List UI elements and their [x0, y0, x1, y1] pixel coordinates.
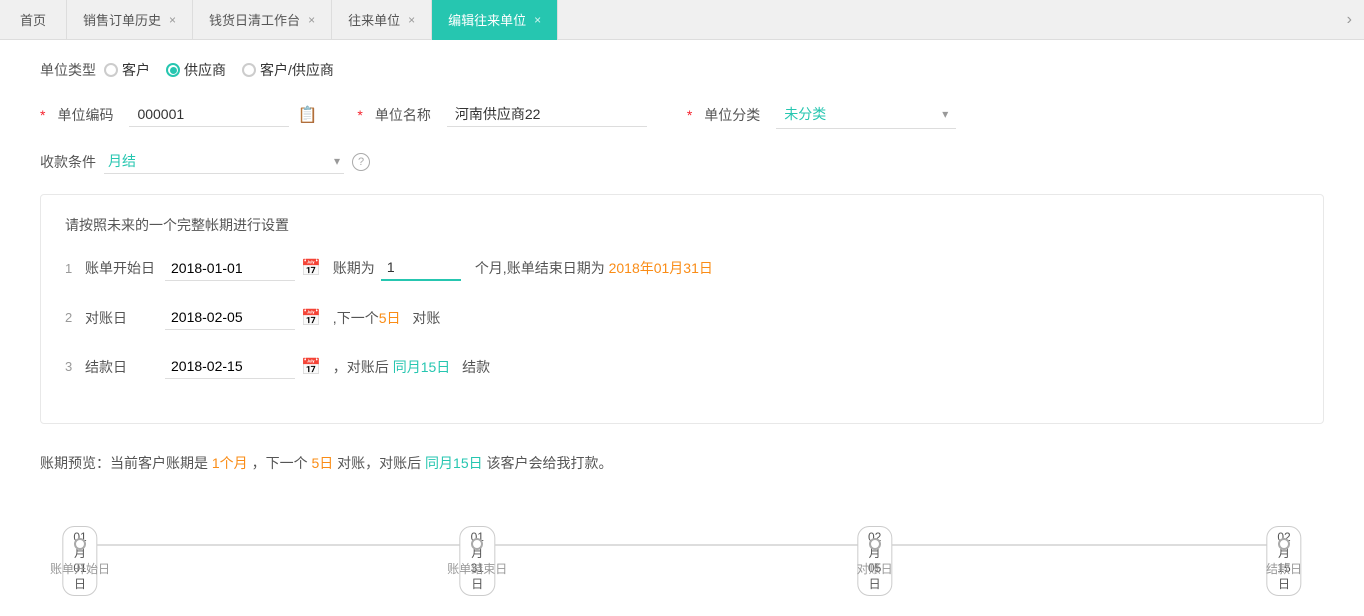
tab-cash-work-label: 钱货日清工作台: [209, 10, 300, 29]
timeline-dot-0: [74, 538, 86, 550]
unit-name-label: 单位名称: [375, 105, 431, 125]
summary-suffix: 该客户会给我打款。: [487, 455, 613, 471]
radio-both-label: 客户/供应商: [260, 60, 334, 80]
main-content: 单位类型 客户 供应商 客户/供应商 * 单位编码 📋 * 单位名称: [0, 40, 1364, 616]
tab-sales-history-label: 销售订单历史: [83, 10, 161, 29]
summary-highlight-3: 同月15日: [425, 455, 483, 471]
radio-customer-label: 客户: [122, 60, 150, 80]
period-cal-3[interactable]: 📅: [301, 357, 321, 377]
radio-customer[interactable]: 客户: [104, 60, 150, 80]
tab-edit-partner-close[interactable]: ×: [534, 13, 541, 27]
tab-scroll-arrow[interactable]: ›: [1335, 11, 1364, 29]
period-reconcile-highlight: 5日: [379, 308, 401, 328]
timeline-dot-2: [869, 538, 881, 550]
tab-cash-work[interactable]: 钱货日清工作台 ×: [193, 0, 332, 40]
timeline-dot-3: [1278, 538, 1290, 550]
unit-name-required: *: [357, 107, 362, 123]
unit-code-label: 单位编码: [57, 105, 113, 125]
period-date-2[interactable]: [165, 305, 295, 330]
tab-bar: 首页 销售订单历史 × 钱货日清工作台 × 往来单位 × 编辑往来单位 × ›: [0, 0, 1364, 40]
summary-mid-1: ，下一个: [252, 455, 308, 471]
period-label-2: 对账日: [85, 308, 165, 328]
tab-edit-partner[interactable]: 编辑往来单位 ×: [432, 0, 558, 40]
timeline-line: [80, 544, 1284, 546]
tab-sales-history-close[interactable]: ×: [169, 13, 176, 27]
period-row-2: 2 对账日 📅 ,下一个 5日 对账: [65, 305, 1299, 330]
summary-bar: 账期预览：当前客户账期是 1个月 ，下一个 5日 对账，对账后 同月15日 该客…: [40, 440, 1324, 486]
period-settings-box: 请按照未来的一个完整帐期进行设置 1 账单开始日 📅 账期为 个月,账单结束日期…: [40, 194, 1324, 424]
unit-name-input[interactable]: [447, 102, 647, 127]
period-end-date: 2018年01月31日: [609, 258, 713, 278]
radio-supplier[interactable]: 供应商: [166, 60, 226, 80]
timeline-dot-1: [471, 538, 483, 550]
timeline-label-0: 账单开始日: [50, 560, 110, 577]
timeline-label-3: 结款日: [1266, 560, 1302, 577]
period-label-1: 账单开始日: [85, 258, 165, 278]
timeline: 01月01日 账单开始日 01月31日 账单结束日 02月05日 对账日: [40, 486, 1324, 596]
tab-home-label: 首页: [20, 10, 46, 29]
payment-terms-row: 收款条件 月结 ▾ ?: [40, 149, 1324, 174]
period-desc-2b: 对账: [409, 308, 441, 328]
tab-home[interactable]: 首页: [0, 0, 67, 40]
period-row-1: 1 账单开始日 📅 账期为 个月,账单结束日期为 2018年01月31日: [65, 255, 1299, 281]
tab-partners-label: 往来单位: [348, 10, 400, 29]
summary-mid-2: 对账，对账后: [337, 455, 421, 471]
summary-highlight-2: 5日: [311, 455, 333, 471]
period-desc-3b: 结款: [458, 357, 490, 377]
unit-name-group: * 单位名称: [357, 102, 646, 127]
timeline-label-2: 对账日: [857, 560, 893, 577]
period-num-1: 1: [65, 261, 85, 276]
period-title: 请按照未来的一个完整帐期进行设置: [65, 215, 1299, 235]
unit-code-icon[interactable]: 📋: [297, 105, 317, 125]
period-payment-highlight: 同月15日: [393, 357, 451, 377]
tab-cash-work-close[interactable]: ×: [308, 13, 315, 27]
unit-type-label: 单位类型: [40, 60, 96, 80]
period-desc-3a: ，对账后: [329, 357, 393, 377]
unit-category-label: 单位分类: [704, 105, 760, 125]
radio-both[interactable]: 客户/供应商: [242, 60, 334, 80]
unit-code-input[interactable]: [129, 102, 289, 127]
payment-terms-dropdown[interactable]: 月结 ▾: [104, 149, 344, 174]
timeline-label-1: 账单结束日: [447, 560, 507, 577]
summary-prefix: 账期预览：当前客户账期是: [40, 455, 208, 471]
period-months-input[interactable]: [381, 255, 461, 281]
period-row-3: 3 结款日 📅 ，对账后 同月15日 结款: [65, 354, 1299, 379]
period-date-3[interactable]: [165, 354, 295, 379]
unit-category-group: * 单位分类 未分类 ▾: [687, 100, 956, 129]
tab-edit-partner-label: 编辑往来单位: [448, 10, 526, 29]
period-date-1[interactable]: [165, 256, 295, 281]
unit-category-required: *: [687, 107, 692, 123]
unit-code-group: * 单位编码 📋: [40, 102, 317, 127]
period-desc-2a: ,下一个: [329, 308, 379, 328]
radio-both-circle: [242, 63, 256, 77]
radio-supplier-label: 供应商: [184, 60, 226, 80]
period-num-2: 2: [65, 310, 85, 325]
payment-terms-label: 收款条件: [40, 152, 96, 172]
period-desc-1b: 个月,账单结束日期为: [475, 258, 609, 278]
unit-code-required: *: [40, 107, 45, 123]
unit-type-row: 单位类型 客户 供应商 客户/供应商: [40, 60, 1324, 80]
tab-sales-history[interactable]: 销售订单历史 ×: [67, 0, 193, 40]
period-cal-2[interactable]: 📅: [301, 308, 321, 328]
period-cal-1[interactable]: 📅: [301, 258, 321, 278]
unit-category-dropdown[interactable]: 未分类 ▾: [776, 100, 956, 129]
radio-customer-circle: [104, 63, 118, 77]
period-label-3: 结款日: [85, 357, 165, 377]
payment-terms-help[interactable]: ?: [352, 153, 370, 171]
tab-partners[interactable]: 往来单位 ×: [332, 0, 432, 40]
unit-category-value: 未分类: [784, 104, 942, 124]
radio-supplier-circle: [166, 63, 180, 77]
payment-terms-arrow: ▾: [334, 154, 340, 168]
tab-partners-close[interactable]: ×: [408, 13, 415, 27]
period-num-3: 3: [65, 359, 85, 374]
unit-type-radio-group: 客户 供应商 客户/供应商: [104, 60, 334, 80]
unit-info-row: * 单位编码 📋 * 单位名称 * 单位分类 未分类 ▾: [40, 100, 1324, 129]
unit-category-arrow: ▾: [942, 107, 948, 121]
payment-terms-value: 月结: [108, 151, 334, 171]
period-desc-1a: 账期为: [329, 258, 375, 278]
summary-highlight-1: 1个月: [212, 455, 248, 471]
